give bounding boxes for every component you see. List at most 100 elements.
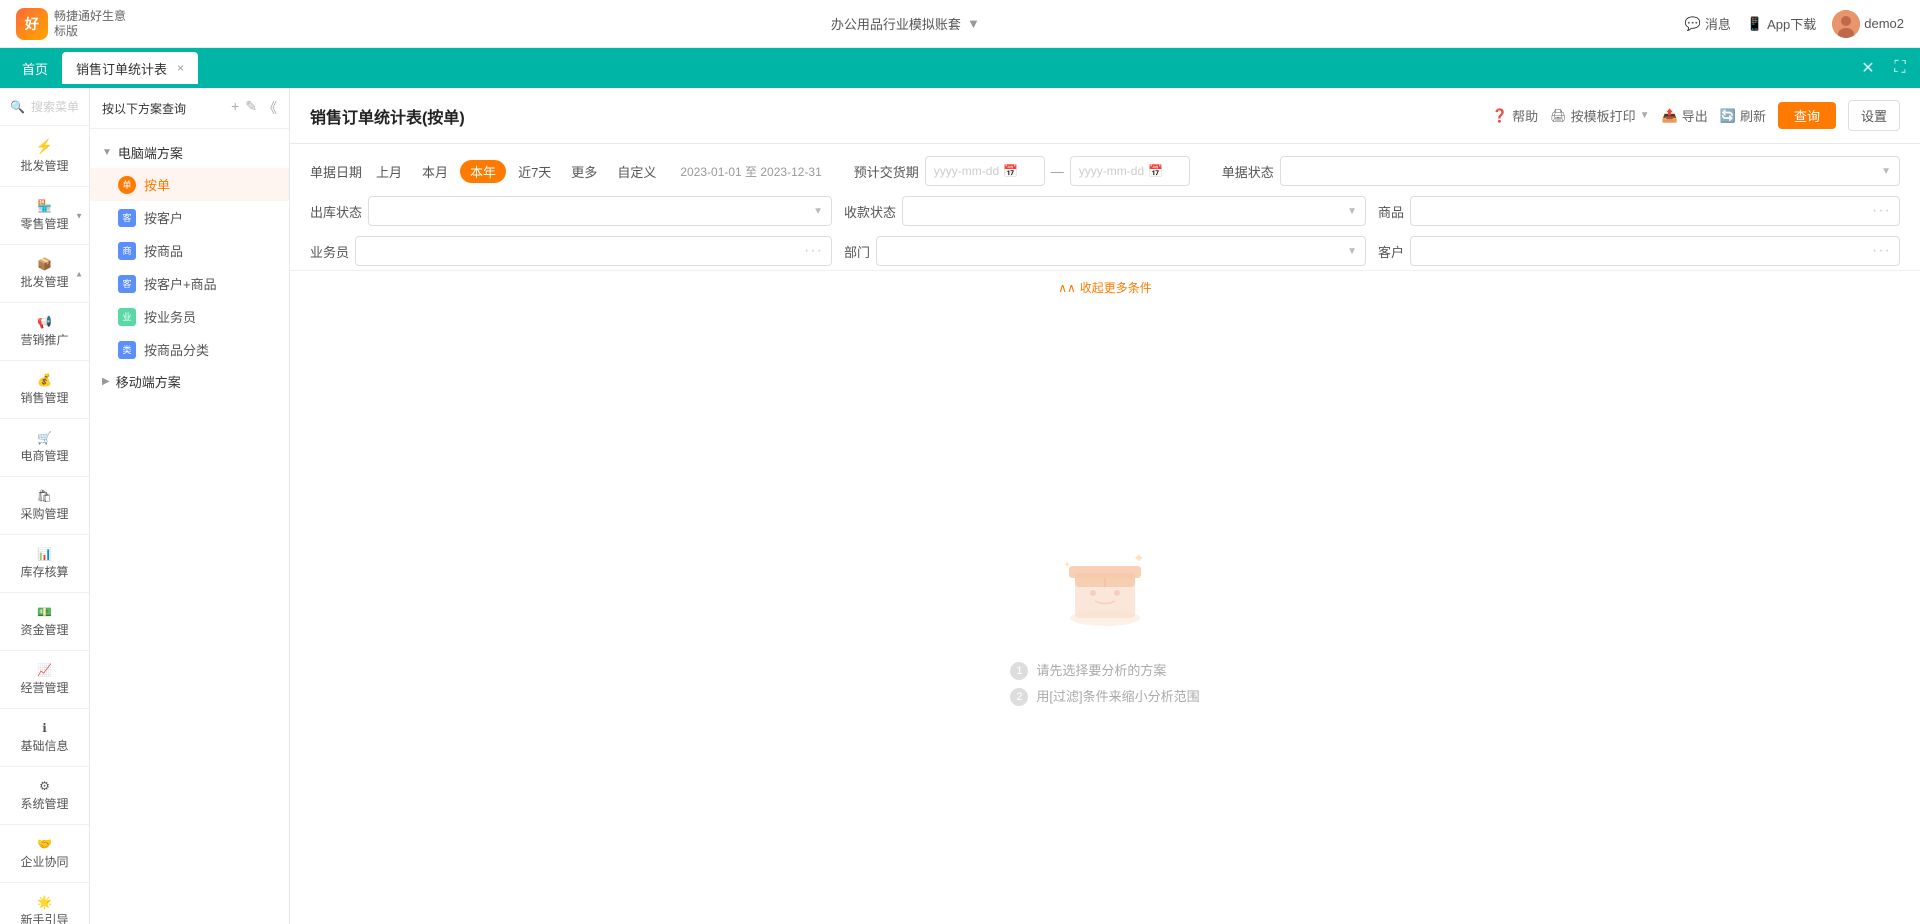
scheme-item-bysalesman[interactable]: 业 按业务员	[90, 300, 289, 333]
logo-icon: 好	[16, 8, 48, 40]
basic-icon: ℹ	[42, 721, 47, 735]
sidebar-item-system[interactable]: ⚙ 系统管理	[0, 767, 89, 825]
sidebar-item-retail[interactable]: 🏪 零售管理	[0, 187, 89, 245]
sidebar-label-basic: 基础信息	[20, 737, 68, 754]
date-tab-thismonth[interactable]: 本月	[414, 160, 456, 183]
left-panel-title: 按以下方案查询	[102, 100, 186, 117]
date-tab-lastmonth[interactable]: 上月	[368, 160, 410, 183]
date-tab-thisyear[interactable]: 本年	[460, 160, 506, 183]
retail-icon: 🏪	[37, 199, 52, 213]
sidebar-label-wholesale: 批发管理	[20, 273, 68, 290]
edit-scheme-btn[interactable]: ✎	[245, 98, 257, 118]
collapse-panel-btn[interactable]: 《	[263, 98, 277, 118]
tab-close-window-icon[interactable]: ✕	[1856, 56, 1880, 80]
date-separator: —	[1051, 164, 1064, 179]
sidebar-label-newbie: 新手引导	[20, 911, 68, 924]
main-layout: 🔍 搜索菜单 ⚡ 批发管理 🏪 零售管理 📦 批发管理 📢 营销推广 💰 销售管…	[0, 88, 1920, 924]
left-panel-header: 按以下方案查询 + ✎ 《	[90, 88, 289, 129]
sidebar-item-inventory[interactable]: 📊 库存核算	[0, 535, 89, 593]
print-dropdown-icon[interactable]: ▼	[1640, 110, 1650, 121]
sidebar-item-newbie[interactable]: 🌟 新手引导	[0, 883, 89, 924]
page-title: 销售订单统计表(按单)	[310, 104, 465, 128]
setting-btn[interactable]: 设置	[1848, 100, 1900, 131]
mobile-group-arrow-icon: ▶	[102, 376, 110, 387]
out-status-group: 出库状态 ▼	[310, 196, 832, 226]
page-title-row: 销售订单统计表(按单) ❓ 帮助 🖨 按模板打印 ▼ 📤	[310, 100, 1900, 131]
sidebar-item-operation[interactable]: 📈 经营管理	[0, 651, 89, 709]
sidebar: 🔍 搜索菜单 ⚡ 批发管理 🏪 零售管理 📦 批发管理 📢 营销推广 💰 销售管…	[0, 88, 90, 924]
goods-dots[interactable]: ···	[1872, 202, 1891, 220]
customer-dots[interactable]: ···	[1872, 242, 1891, 260]
tab-sales-stats[interactable]: 销售订单统计表 ×	[62, 52, 198, 84]
sidebar-item-purchase[interactable]: 🛍 采购管理	[0, 477, 89, 535]
finance-icon: 💵	[37, 605, 52, 619]
scheme-item-bygoods[interactable]: 商 按商品	[90, 234, 289, 267]
tab-bar-right: ✕ ⛶	[1856, 56, 1912, 80]
scheme-icon-bycustomer: 客	[118, 209, 136, 227]
scheme-group-mobile-title[interactable]: ▶ 移动端方案	[90, 366, 289, 397]
scheme-group-pc-title[interactable]: ▼ 电脑端方案	[90, 137, 289, 168]
export-label: 导出	[1682, 106, 1708, 125]
customer-input[interactable]: ···	[1410, 236, 1900, 266]
print-btn[interactable]: 🖨 按模板打印 ▼	[1550, 106, 1649, 125]
sidebar-item-wholesale[interactable]: 📦 批发管理	[0, 245, 89, 303]
dept-select[interactable]: ▼	[876, 236, 1366, 266]
tab-bar: 首页 销售订单统计表 × ✕ ⛶	[0, 48, 1920, 88]
sidebar-item-basic[interactable]: ℹ 基础信息	[0, 709, 89, 767]
pay-status-select[interactable]: ▼	[902, 196, 1366, 226]
out-status-select[interactable]: ▼	[368, 196, 832, 226]
user-area[interactable]: demo2	[1832, 10, 1904, 38]
date-tabs: 上月 本月 本年 近7天 更多 自定义	[368, 160, 664, 183]
scheme-icon-byorder: 单	[118, 176, 136, 194]
salesman-group: 业务员 ···	[310, 236, 832, 266]
sidebar-search[interactable]: 🔍 搜索菜单	[0, 88, 89, 126]
date-tab-more[interactable]: 更多	[563, 160, 605, 183]
tab-expand-icon[interactable]: ⛶	[1888, 56, 1912, 80]
sidebar-item-finance[interactable]: 💵 资金管理	[0, 593, 89, 651]
bill-status-label: 单据状态	[1222, 162, 1274, 181]
dropdown-arrow-icon[interactable]: ▼	[967, 16, 980, 31]
top-bar-center: 办公用品行业模拟账套 ▼	[831, 14, 980, 33]
refresh-label: 刷新	[1740, 106, 1766, 125]
date-tab-custom[interactable]: 自定义	[609, 160, 664, 183]
collapse-icon: ∧∧	[1058, 281, 1076, 295]
scheme-item-bycustgoods[interactable]: 客 按客户+商品	[90, 267, 289, 300]
group-arrow-icon: ▼	[102, 147, 112, 158]
tab-home[interactable]: 首页	[8, 52, 62, 84]
top-bar-left: 好 畅捷通好生意 标版	[16, 8, 126, 40]
date-range-text: 2023-01-01 至 2023-12-31	[680, 163, 821, 180]
empty-step-2: 2 用[过滤]条件来缩小分析范围	[1010, 684, 1199, 710]
add-scheme-btn[interactable]: +	[231, 98, 239, 118]
salesman-dots[interactable]: ···	[804, 242, 823, 260]
date-tab-7days[interactable]: 近7天	[510, 160, 559, 183]
expected-date-start[interactable]: yyyy-mm-dd 📅	[925, 156, 1045, 186]
expected-date-end[interactable]: yyyy-mm-dd 📅	[1070, 156, 1190, 186]
message-btn[interactable]: 💬 消息	[1685, 14, 1731, 33]
scheme-item-bycustomer[interactable]: 客 按客户	[90, 201, 289, 234]
sidebar-item-marketing[interactable]: 📢 营销推广	[0, 303, 89, 361]
export-btn[interactable]: 📤 导出	[1662, 106, 1708, 125]
user-name: demo2	[1864, 16, 1904, 31]
sidebar-item-ecommerce[interactable]: 🛒 电商管理	[0, 419, 89, 477]
salesman-input[interactable]: ···	[355, 236, 832, 266]
scheme-item-bycat[interactable]: 类 按商品分类	[90, 333, 289, 366]
bill-status-select[interactable]: ▼	[1280, 156, 1900, 186]
goods-input[interactable]: ···	[1410, 196, 1900, 226]
query-btn[interactable]: 查询	[1778, 102, 1836, 129]
scheme-icon-bycustgoods: 客	[118, 275, 136, 293]
sidebar-item-enterprise[interactable]: 🤝 企业协同	[0, 825, 89, 883]
sidebar-quick-nav[interactable]: ⚡ 批发管理	[0, 126, 89, 187]
out-status-caret: ▼	[813, 206, 823, 217]
tab-close-icon[interactable]: ×	[177, 61, 184, 75]
app-download-label: App下载	[1767, 14, 1816, 33]
collapse-btn[interactable]: ∧∧ 收起更多条件	[290, 270, 1920, 304]
sidebar-label-finance: 资金管理	[20, 621, 68, 638]
sidebar-label-sales: 销售管理	[20, 389, 68, 406]
scheme-group-pc: ▼ 电脑端方案 单 按单 客 按客户 商 按商品	[90, 137, 289, 366]
refresh-btn[interactable]: 🔄 刷新	[1720, 106, 1766, 125]
sidebar-item-sales[interactable]: 💰 销售管理	[0, 361, 89, 419]
message-icon: 💬	[1685, 16, 1701, 32]
app-download-btn[interactable]: 📱 App下载	[1747, 14, 1816, 33]
help-btn[interactable]: ❓ 帮助	[1492, 106, 1538, 125]
scheme-item-byorder[interactable]: 单 按单	[90, 168, 289, 201]
